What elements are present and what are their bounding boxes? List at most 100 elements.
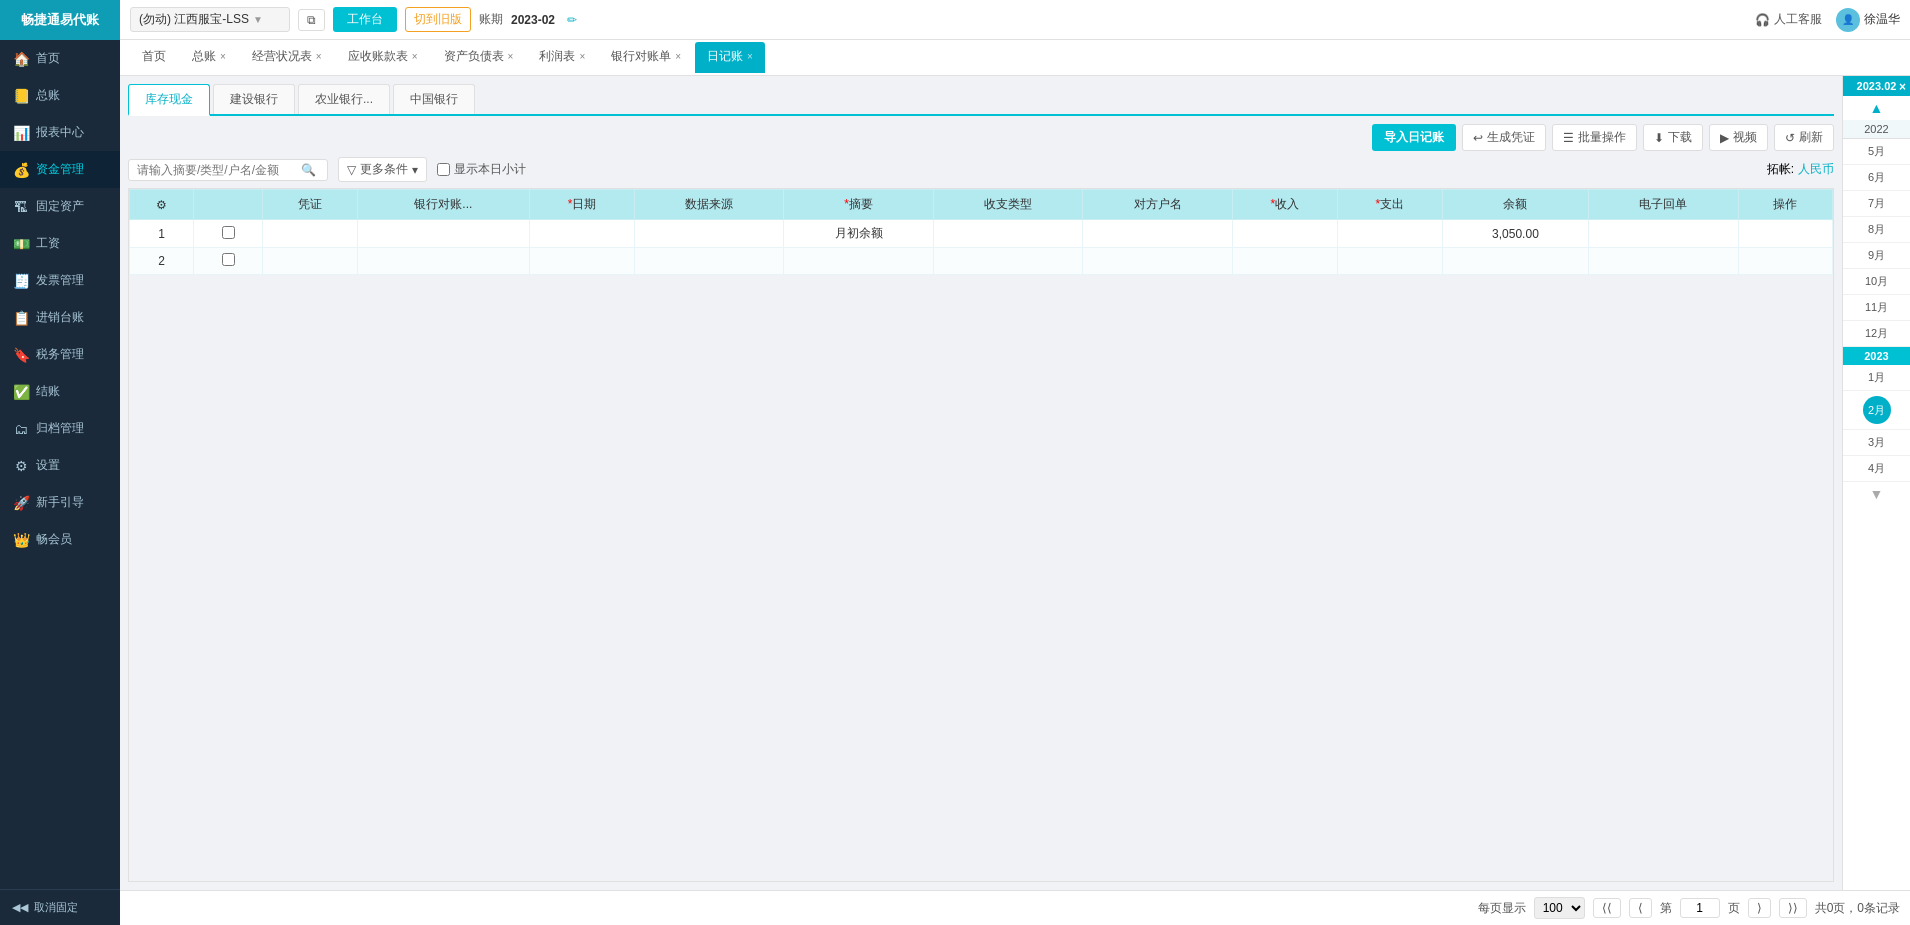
tab-close-icon[interactable]: × [316,51,322,62]
sidebar-item-资金管理[interactable]: 💰资金管理 [0,151,120,188]
sidebar-item-归档管理[interactable]: 🗂归档管理 [0,410,120,447]
bank-tab-库存现金[interactable]: 库存现金 [128,84,210,116]
show-daily-label[interactable]: 显示本日小计 [437,161,526,178]
batch-op-button[interactable]: ☰ 批量操作 [1552,124,1637,151]
tab-利润表[interactable]: 利润表 × [527,42,597,73]
download-button[interactable]: ⬇ 下载 [1643,124,1703,151]
month-item-2022-9月[interactable]: 9月 [1843,243,1910,269]
search-icon[interactable]: 🔍 [301,163,316,177]
sidebar-label: 报表中心 [36,124,84,141]
month-item-2022-5月[interactable]: 5月 [1843,139,1910,165]
switch-version-button[interactable]: 切到旧版 [405,7,471,32]
row-checkbox[interactable] [222,226,235,239]
sidebar-icon: 🗂 [12,421,30,437]
tab-总账[interactable]: 总账 × [180,42,238,73]
sidebar-item-结账[interactable]: ✅结账 [0,373,120,410]
sidebar-item-进销台账[interactable]: 📋进销台账 [0,299,120,336]
tab-经营状况表[interactable]: 经营状况表 × [240,42,334,73]
tab-close-icon[interactable]: × [675,51,681,62]
search-input[interactable] [137,163,297,177]
last-page-button[interactable]: ⟩⟩ [1779,898,1807,918]
tab-应收账款表[interactable]: 应收账款表 × [336,42,430,73]
month-item-2023-3月[interactable]: 3月 [1843,430,1910,456]
tab-资产负债表[interactable]: 资产负债表 × [432,42,526,73]
tab-bar: 首页总账 ×经营状况表 ×应收账款表 ×资产负债表 ×利润表 ×银行对账单 ×日… [120,40,1910,76]
td-6 [784,248,933,275]
sidebar-icon: 🧾 [12,273,30,289]
month-item-2022-7月[interactable]: 7月 [1843,191,1910,217]
currency-value[interactable]: 人民币 [1798,161,1834,178]
sidebar-item-首页[interactable]: 🏠首页 [0,40,120,77]
month-item-2023-1月[interactable]: 1月 [1843,365,1910,391]
year-2022-label: 2022 [1843,120,1910,139]
sidebar-item-报表中心[interactable]: 📊报表中心 [0,114,120,151]
bank-tab-建设银行[interactable]: 建设银行 [213,84,295,114]
month-item-2022-6月[interactable]: 6月 [1843,165,1910,191]
tab-首页[interactable]: 首页 [130,42,178,73]
topbar-right: 🎧 人工客服 👤 徐温华 [1755,8,1900,32]
tab-label: 资产负债表 [444,48,504,65]
tab-close-icon[interactable]: × [747,51,753,62]
company-selector[interactable]: (勿动) 江西服宝-LSS ▼ [130,7,290,32]
th-支出: *支出 [1337,190,1442,220]
refresh-button[interactable]: ↺ 刷新 [1774,124,1834,151]
sidebar-icon: ✅ [12,384,30,400]
sidebar-item-设置[interactable]: ⚙设置 [0,447,120,484]
month-item-2022-8月[interactable]: 8月 [1843,217,1910,243]
date-panel-close-icon[interactable]: × [1899,80,1906,94]
tab-close-icon[interactable]: × [508,51,514,62]
app-logo: 畅捷通易代账 [0,0,120,40]
bank-tab-中国银行[interactable]: 中国银行 [393,84,475,114]
td-12 [1589,248,1738,275]
worktable-button[interactable]: 工作台 [333,7,397,32]
month-item-2022-10月[interactable]: 10月 [1843,269,1910,295]
date-nav-down[interactable]: ▼ [1843,482,1910,506]
video-button[interactable]: ▶ 视频 [1709,124,1768,151]
show-daily-checkbox[interactable] [437,163,450,176]
tab-close-icon[interactable]: × [579,51,585,62]
human-service-button[interactable]: 🎧 人工客服 [1755,11,1822,28]
sidebar-item-固定资产[interactable]: 🏗固定资产 [0,188,120,225]
period-edit-icon[interactable]: ✏ [567,13,577,27]
th-收支类型: 收支类型 [933,190,1082,220]
table-body: 1月初余额3,050.002 [130,220,1833,275]
sidebar-label: 总账 [36,87,60,104]
unpin-icon: ◀◀ [12,901,28,914]
td-6: 月初余额 [784,220,933,248]
th- [194,190,263,220]
import-journal-button[interactable]: 导入日记账 [1372,124,1456,151]
sidebar-item-工资[interactable]: 💵工资 [0,225,120,262]
generate-voucher-button[interactable]: ↩ 生成凭证 [1462,124,1546,151]
currency-area: 拓帐: 人民币 [1767,161,1834,178]
unpin-footer[interactable]: ◀◀ 取消固定 [0,889,120,925]
date-nav-up[interactable]: ▲ [1843,96,1910,120]
tab-银行对账单[interactable]: 银行对账单 × [599,42,693,73]
more-conditions-button[interactable]: ▽ 更多条件 ▾ [338,157,427,182]
next-page-button[interactable]: ⟩ [1748,898,1771,918]
sidebar-icon: 🏠 [12,51,30,67]
sidebar-item-新手引导[interactable]: 🚀新手引导 [0,484,120,521]
filter-row: 🔍 ▽ 更多条件 ▾ 显示本日小计 拓帐: 人民币 [128,157,1834,182]
th-银行对账...: 银行对账... [357,190,529,220]
page-input[interactable] [1680,898,1720,918]
first-page-button[interactable]: ⟨⟨ [1593,898,1621,918]
bank-tab-农业银行...[interactable]: 农业银行... [298,84,390,114]
month-item-2022-12月[interactable]: 12月 [1843,321,1910,347]
month-item-2023-2月[interactable]: 2月 [1843,391,1910,430]
sidebar-item-税务管理[interactable]: 🔖税务管理 [0,336,120,373]
sidebar-item-发票管理[interactable]: 🧾发票管理 [0,262,120,299]
tab-日记账[interactable]: 日记账 × [695,42,765,73]
sidebar-icon: ⚙ [12,458,30,474]
sidebar-item-畅会员[interactable]: 👑畅会员 [0,521,120,558]
copy-button[interactable]: ⧉ [298,9,325,31]
user-profile[interactable]: 👤 徐温华 [1836,8,1900,32]
filter-chevron-icon: ▾ [412,163,418,177]
month-item-2023-4月[interactable]: 4月 [1843,456,1910,482]
prev-page-button[interactable]: ⟨ [1629,898,1652,918]
per-page-select[interactable]: 100 50 200 [1534,897,1585,919]
tab-close-icon[interactable]: × [220,51,226,62]
row-checkbox[interactable] [222,253,235,266]
month-item-2022-11月[interactable]: 11月 [1843,295,1910,321]
tab-close-icon[interactable]: × [412,51,418,62]
sidebar-item-总账[interactable]: 📒总账 [0,77,120,114]
